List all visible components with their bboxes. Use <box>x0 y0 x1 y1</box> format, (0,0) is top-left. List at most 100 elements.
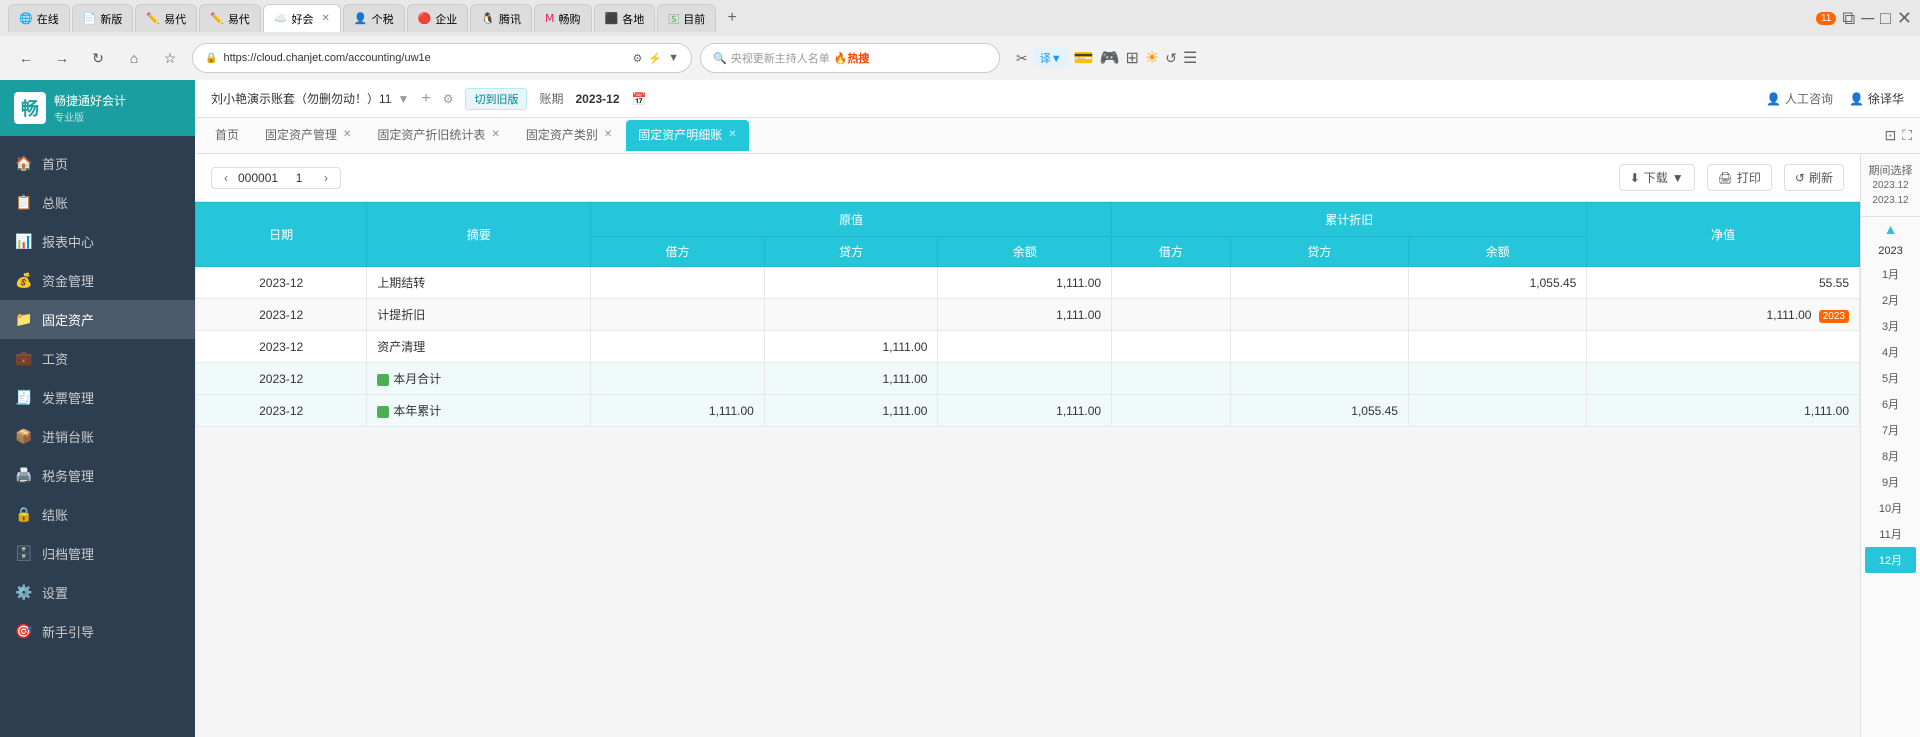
print-btn[interactable]: 🖨 打印 <box>1707 164 1772 191</box>
tab-favicon-9: Ⅿ <box>545 12 555 25</box>
browser-tab-5[interactable]: ☁️ 好会 ✕ <box>263 4 341 32</box>
search-bar[interactable]: 🔍 央视更新主持人名单 🔥 热搜 <box>700 43 1000 73</box>
user-info[interactable]: 👤 徐译华 <box>1849 90 1904 107</box>
tab-asset-ledger[interactable]: 固定资产明细账 ✕ <box>626 120 748 151</box>
period-month-12[interactable]: 12月 <box>1865 547 1916 573</box>
sidebar-item-closing[interactable]: 🔒 结账 <box>0 495 195 534</box>
browser-tab-7[interactable]: 🔴 企业 <box>407 4 469 32</box>
period-month-7[interactable]: 7月 <box>1861 417 1920 443</box>
company-selector[interactable]: 刘小艳演示账套（勿删勿动！）11 ▼ <box>211 90 409 107</box>
browser-tab-2[interactable]: 📄 新版 <box>72 4 134 32</box>
back-button[interactable]: ← <box>12 44 40 72</box>
period-month-11[interactable]: 11月 <box>1861 521 1920 547</box>
period-up-btn[interactable]: ▲ <box>1861 217 1920 241</box>
refresh-btn[interactable]: ↺ 刷新 <box>1784 164 1844 191</box>
period-month-10[interactable]: 10月 <box>1861 495 1920 521</box>
cell-dep-debit <box>1112 267 1231 299</box>
site-info-icon[interactable]: ⚙ <box>633 52 643 65</box>
sidebar-item-tax[interactable]: 🖨️ 税务管理 <box>0 456 195 495</box>
lightning-icon[interactable]: ⚡ <box>648 52 662 65</box>
undo-icon[interactable]: ↺ <box>1165 50 1177 67</box>
period-month-4[interactable]: 4月 <box>1861 339 1920 365</box>
cell-net-value <box>1587 331 1860 363</box>
brightness-icon[interactable]: ☀ <box>1145 48 1159 68</box>
maximize-page-icon[interactable]: ⛶ <box>1902 127 1912 144</box>
tab-close-asset-category[interactable]: ✕ <box>604 129 612 140</box>
fixed-assets-icon: 📁 <box>16 312 32 328</box>
user-name: 徐译华 <box>1868 90 1904 107</box>
sidebar-item-fixed-assets[interactable]: 📁 固定资产 <box>0 300 195 339</box>
tab-asset-category[interactable]: 固定资产类别 ✕ <box>514 120 624 151</box>
browser-tab-4[interactable]: ✏️ 易代 <box>199 4 261 32</box>
home-nav-button[interactable]: ⌂ <box>120 44 148 72</box>
cell-dep-balance <box>1408 299 1586 331</box>
app-subtitle: 专业版 <box>54 109 126 124</box>
sidebar-item-home[interactable]: 🏠 首页 <box>0 144 195 183</box>
help-button[interactable]: 👤 人工咨询 <box>1766 90 1833 107</box>
col-orig-balance: 余额 <box>938 237 1112 267</box>
period-month-2[interactable]: 2月 <box>1861 287 1920 313</box>
game-icon[interactable]: 🎮 <box>1100 48 1120 68</box>
tab-close-fixed-asset-mgmt[interactable]: ✕ <box>343 129 351 140</box>
wallet-icon[interactable]: 💳 <box>1074 48 1094 68</box>
version-switch-btn[interactable]: 切到旧版 <box>465 88 527 110</box>
settings-gear-icon[interactable]: ⚙ <box>443 92 454 106</box>
period-month-1[interactable]: 1月 <box>1861 261 1920 287</box>
address-bar[interactable]: 🔒 https://cloud.chanjet.com/accounting/u… <box>192 43 692 73</box>
sidebar-item-invoice[interactable]: 🧾 发票管理 <box>0 378 195 417</box>
tab-fixed-asset-mgmt[interactable]: 固定资产管理 ✕ <box>253 120 363 151</box>
sidebar-item-payroll[interactable]: 💼 工资 <box>0 339 195 378</box>
prev-page-btn[interactable]: ‹ <box>220 171 232 185</box>
sidebar-item-archive[interactable]: 🗄️ 归档管理 <box>0 534 195 573</box>
sidebar-label-home: 首页 <box>42 154 68 173</box>
grid-icon[interactable]: ⊞ <box>1125 48 1138 68</box>
page-input[interactable] <box>284 171 314 185</box>
period-month-5[interactable]: 5月 <box>1861 365 1920 391</box>
summary-dot-icon <box>377 374 389 386</box>
tab-label-4: 易代 <box>228 11 250 27</box>
forward-button[interactable]: → <box>48 44 76 72</box>
tab-home[interactable]: 首页 <box>203 120 251 151</box>
browser-tab-10[interactable]: ⬛ 各地 <box>594 4 656 32</box>
sidebar-item-settings[interactable]: ⚙️ 设置 <box>0 573 195 612</box>
browser-tab-9[interactable]: Ⅿ 畅购 <box>534 4 592 32</box>
period-year-label: 2023 <box>1861 241 1920 261</box>
period-month-8[interactable]: 8月 <box>1861 443 1920 469</box>
dropdown-icon[interactable]: ▼ <box>668 52 679 64</box>
period-month-6[interactable]: 6月 <box>1861 391 1920 417</box>
new-tab-button[interactable]: + <box>718 4 746 32</box>
restore-btn[interactable]: ⧉ <box>1842 8 1855 29</box>
period-month-9[interactable]: 9月 <box>1861 469 1920 495</box>
tab-close-asset-ledger[interactable]: ✕ <box>728 129 736 140</box>
sidebar-item-guide[interactable]: 🎯 新手引导 <box>0 612 195 651</box>
sidebar-item-purchase-sale[interactable]: 📦 进销台账 <box>0 417 195 456</box>
menu-icon[interactable]: ☰ <box>1183 48 1197 68</box>
maximize-btn[interactable]: □ <box>1880 8 1891 29</box>
page-number-display: 000001 <box>238 171 278 185</box>
refresh-nav-button[interactable]: ↻ <box>84 44 112 72</box>
close-btn[interactable]: ✕ <box>1897 8 1912 29</box>
minimize-page-icon[interactable]: ⊡ <box>1884 127 1896 144</box>
period-month-3[interactable]: 3月 <box>1861 313 1920 339</box>
sidebar-item-reports[interactable]: 📊 报表中心 <box>0 222 195 261</box>
calendar-icon[interactable]: 📅 <box>632 92 647 106</box>
tab-close-5[interactable]: ✕ <box>322 13 330 24</box>
browser-tab-1[interactable]: 🌐 在线 <box>8 4 70 32</box>
browser-tab-6[interactable]: 👤 个税 <box>343 4 405 32</box>
browser-tab-11[interactable]: 🅂 目前 <box>657 4 716 32</box>
translate-icon[interactable]: 译▼ <box>1034 48 1068 68</box>
minimize-btn[interactable]: ─ <box>1861 8 1874 29</box>
sidebar-item-ledger[interactable]: 📋 总账 <box>0 183 195 222</box>
add-company-btn[interactable]: + <box>421 90 430 108</box>
bookmark-button[interactable]: ☆ <box>156 44 184 72</box>
tab-close-depreciation-stats[interactable]: ✕ <box>491 129 499 140</box>
sidebar-item-funds[interactable]: 💰 资金管理 <box>0 261 195 300</box>
browser-tab-8[interactable]: 🐧 腾讯 <box>470 4 532 32</box>
page-tabs: 首页 固定资产管理 ✕ 固定资产折旧统计表 ✕ 固定资产类别 ✕ 固定资产明细账… <box>195 118 1920 154</box>
tab-label-7: 企业 <box>435 11 457 27</box>
browser-tab-3[interactable]: ✏️ 易代 <box>135 4 197 32</box>
tab-depreciation-stats[interactable]: 固定资产折旧统计表 ✕ <box>365 120 511 151</box>
download-btn[interactable]: ⬇ 下载 ▼ <box>1619 164 1695 191</box>
scissors-icon[interactable]: ✂ <box>1016 50 1028 67</box>
next-page-btn[interactable]: › <box>320 171 332 185</box>
